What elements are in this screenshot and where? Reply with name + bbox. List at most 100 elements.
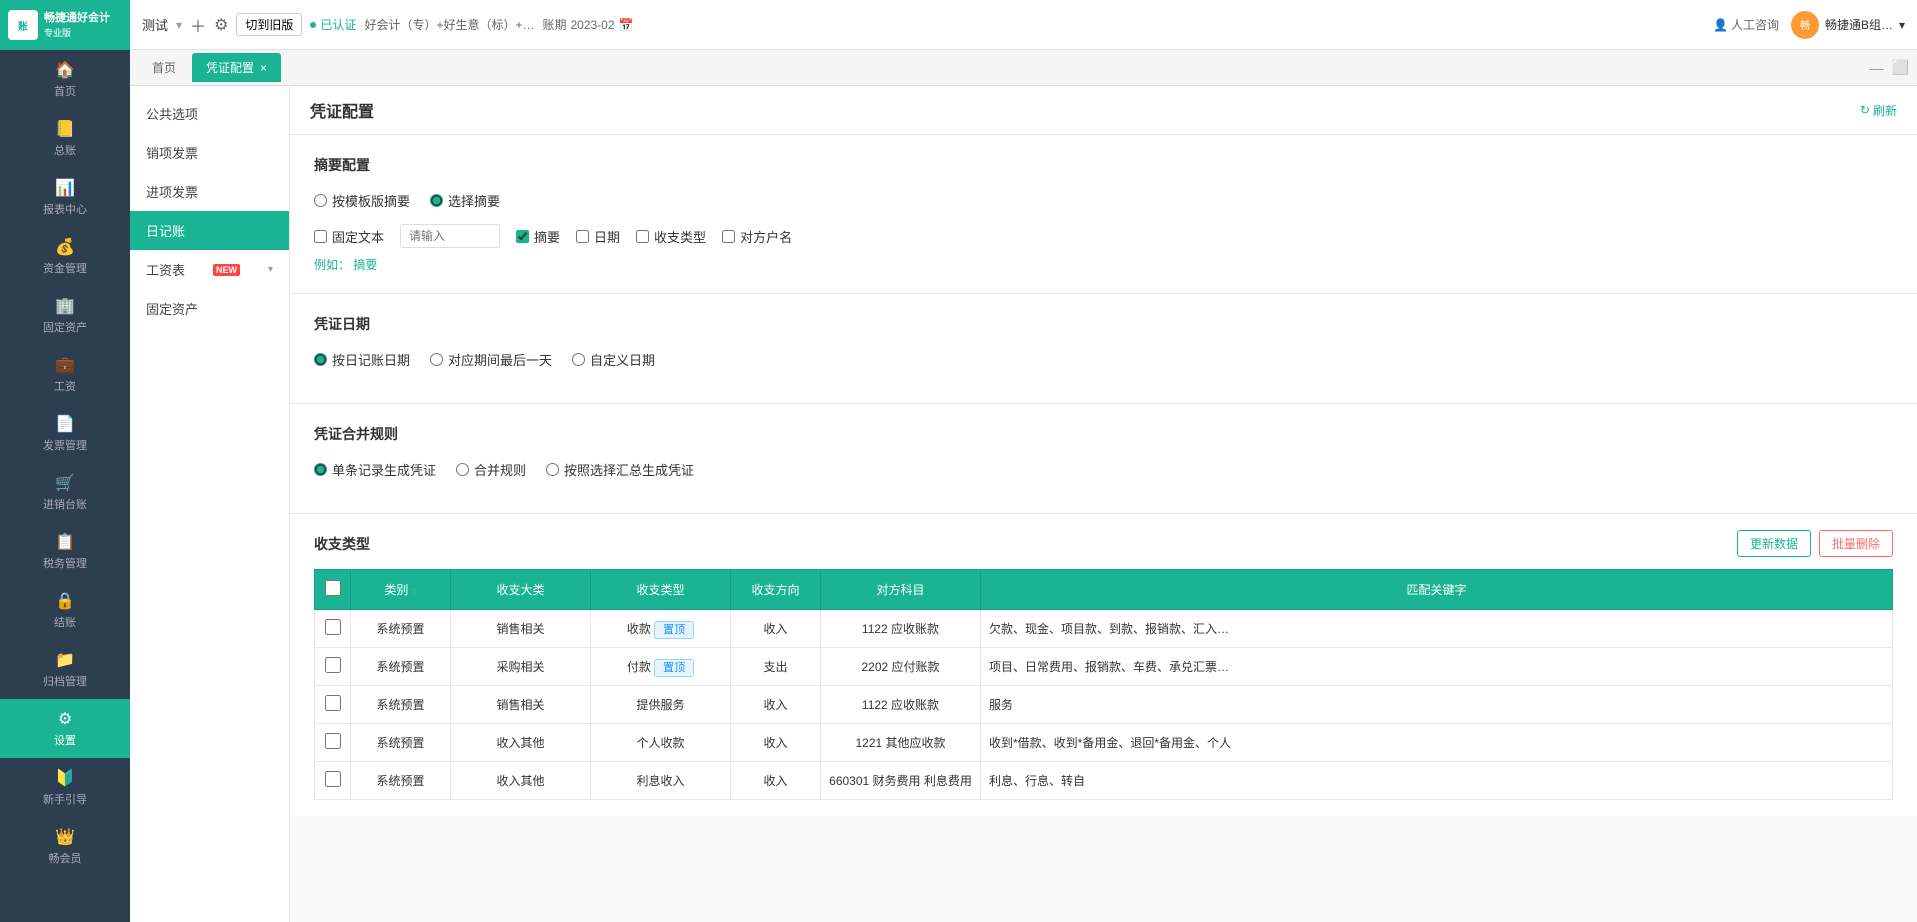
cb-summary[interactable]: 摘要 — [516, 227, 560, 246]
sidebar-item-ledger[interactable]: 📒 总账 — [0, 109, 130, 168]
tab-close-button[interactable]: × — [260, 61, 267, 75]
keyword-cell: 利息、行息、转自 — [981, 762, 1893, 800]
nav-item-payroll[interactable]: 工资表 NEW ▾ — [130, 250, 289, 289]
select-all-checkbox[interactable] — [325, 580, 341, 596]
radio-merge-rules[interactable]: 合并规则 — [456, 460, 526, 479]
row-checkbox[interactable] — [325, 657, 341, 673]
row-checkbox[interactable] — [325, 695, 341, 711]
username: 畅捷通B组… — [1825, 16, 1893, 33]
tab-voucher-config[interactable]: 凭证配置 × — [192, 53, 281, 82]
nav-item-sales-invoice[interactable]: 销项发票 — [130, 133, 289, 172]
accounting-info: 好会计（专）+好生意（标）+… — [364, 16, 534, 33]
subject-cell: 2202 应付账款 — [821, 648, 981, 686]
sidebar-item-invoice[interactable]: 📄 发票管理 — [0, 404, 130, 463]
category-cell: 系统预置 — [351, 762, 451, 800]
sidebar-item-label: 畅会员 — [49, 850, 82, 866]
update-data-button[interactable]: 更新数据 — [1737, 530, 1811, 557]
fund-icon: 💰 — [55, 237, 75, 257]
keyword-cell: 收到*借款、收到*备用金、退回*备用金、个人 — [981, 724, 1893, 762]
nav-item-journal[interactable]: 日记账 — [130, 211, 289, 250]
sidebar-item-assets[interactable]: 🏢 固定资产 — [0, 286, 130, 345]
category-cell: 系统预置 — [351, 610, 451, 648]
top-tag[interactable]: 置顶 — [654, 659, 694, 677]
window-controls: — ⬜ — [1870, 59, 1909, 76]
cb-income-type[interactable]: 收支类型 — [636, 227, 706, 246]
sidebar-item-guide[interactable]: 🔰 新手引导 — [0, 758, 130, 817]
period-value: 2023-02 — [570, 18, 614, 32]
batch-delete-button[interactable]: 批量删除 — [1819, 530, 1893, 557]
cb-date[interactable]: 日期 — [576, 227, 620, 246]
sidebar-item-purchase[interactable]: 🛒 进销台账 — [0, 463, 130, 522]
sidebar-item-closing[interactable]: 🔒 结账 — [0, 581, 130, 640]
guide-icon: 🔰 — [55, 768, 75, 788]
salary-icon: 💼 — [55, 355, 75, 375]
row-checkbox-cell[interactable] — [315, 686, 351, 724]
sort-icon[interactable]: ↕ — [412, 586, 417, 597]
merge-radio-group: 单条记录生成凭证 合并规则 按照选择汇总生成凭证 — [314, 460, 1893, 479]
table-row: 系统预置 收入其他 个人收款 收入 1221 其他应收款 收到*借款、收到*备用… — [315, 724, 1893, 762]
main-content: 凭证配置 ↻ 刷新 摘要配置 按模板版摘要 选择摘要 — [290, 86, 1917, 922]
radio-template[interactable]: 按模板版摘要 — [314, 191, 410, 210]
row-checkbox-cell[interactable] — [315, 724, 351, 762]
nav-item-public[interactable]: 公共选项 — [130, 94, 289, 133]
nav-item-purchase-invoice[interactable]: 进项发票 — [130, 172, 289, 211]
add-button[interactable]: ＋ — [190, 13, 206, 37]
company-dropdown-icon[interactable]: ▾ — [176, 18, 182, 32]
action-buttons: 更新数据 批量删除 — [1737, 530, 1893, 557]
row-checkbox-cell[interactable] — [315, 762, 351, 800]
fixed-text-input[interactable] — [400, 224, 500, 248]
settings-button[interactable]: ⚙ — [214, 15, 228, 35]
support-label: 人工咨询 — [1731, 16, 1779, 33]
minimize-button[interactable]: — — [1870, 60, 1884, 76]
bigtype-cell: 销售相关 — [451, 610, 591, 648]
radio-journal-date[interactable]: 按日记账日期 — [314, 350, 410, 369]
radio-select[interactable]: 选择摘要 — [430, 191, 500, 210]
type-cell: 提供服务 — [591, 686, 731, 724]
th-select-all[interactable] — [315, 570, 351, 610]
radio-period-last[interactable]: 对应期间最后一天 — [430, 350, 552, 369]
top-tag[interactable]: 置顶 — [654, 621, 694, 639]
certified-label: 已认证 — [320, 16, 356, 33]
date-section-title: 凭证日期 — [314, 314, 1893, 334]
period-info: 账期 2023-02 📅 — [542, 16, 633, 33]
row-checkbox[interactable] — [325, 733, 341, 749]
sidebar-item-fund[interactable]: 💰 资金管理 — [0, 227, 130, 286]
sidebar-item-member[interactable]: 👑 畅会员 — [0, 817, 130, 876]
row-checkbox[interactable] — [325, 619, 341, 635]
cb-fixed-text[interactable]: 固定文本 — [314, 227, 384, 246]
cb-counterparty[interactable]: 对方户名 — [722, 227, 792, 246]
new-badge: NEW — [213, 264, 240, 276]
main-area: 测试 ▾ ＋ ⚙ 切到旧版 已认证 好会计（专）+好生意（标）+… 账期 202… — [130, 0, 1917, 922]
row-checkbox[interactable] — [325, 771, 341, 787]
sidebar-item-label: 总账 — [54, 142, 76, 158]
sidebar-item-archive[interactable]: 📁 归档管理 — [0, 640, 130, 699]
refresh-button[interactable]: ↻ 刷新 — [1860, 102, 1897, 119]
sidebar-item-home[interactable]: 🏠 首页 — [0, 50, 130, 109]
radio-custom-date[interactable]: 自定义日期 — [572, 350, 655, 369]
user-info[interactable]: 畅 畅捷通B组… ▾ — [1791, 11, 1905, 39]
calendar-icon[interactable]: 📅 — [619, 18, 634, 32]
type-cell: 利息收入 — [591, 762, 731, 800]
support-button[interactable]: 👤 人工咨询 — [1713, 16, 1779, 33]
row-checkbox-cell[interactable] — [315, 610, 351, 648]
radio-single-record[interactable]: 单条记录生成凭证 — [314, 460, 436, 479]
tab-home[interactable]: 首页 — [138, 53, 190, 82]
maximize-button[interactable]: ⬜ — [1892, 59, 1909, 76]
sidebar-item-label: 报表中心 — [43, 201, 87, 217]
closing-icon: 🔒 — [55, 591, 75, 611]
sidebar-item-tax[interactable]: 📋 税务管理 — [0, 522, 130, 581]
table-row: 系统预置 销售相关 提供服务 收入 1122 应收账款 服务 — [315, 686, 1893, 724]
row-checkbox-cell[interactable] — [315, 648, 351, 686]
chevron-down-icon: ▾ — [268, 264, 273, 275]
income-section-title: 收支类型 — [314, 534, 370, 554]
sidebar-item-settings[interactable]: ⚙ 设置 — [0, 699, 130, 758]
period-label: 账期 — [542, 16, 566, 33]
sidebar-item-label: 资金管理 — [43, 260, 87, 276]
nav-item-fixed-assets[interactable]: 固定资产 — [130, 289, 289, 328]
sidebar-item-salary[interactable]: 💼 工资 — [0, 345, 130, 404]
sidebar-item-reports[interactable]: 📊 报表中心 — [0, 168, 130, 227]
summary-section-title: 摘要配置 — [314, 155, 1893, 175]
bigtype-cell: 收入其他 — [451, 762, 591, 800]
switch-version-button[interactable]: 切到旧版 — [236, 13, 302, 36]
radio-summary-generate[interactable]: 按照选择汇总生成凭证 — [546, 460, 694, 479]
